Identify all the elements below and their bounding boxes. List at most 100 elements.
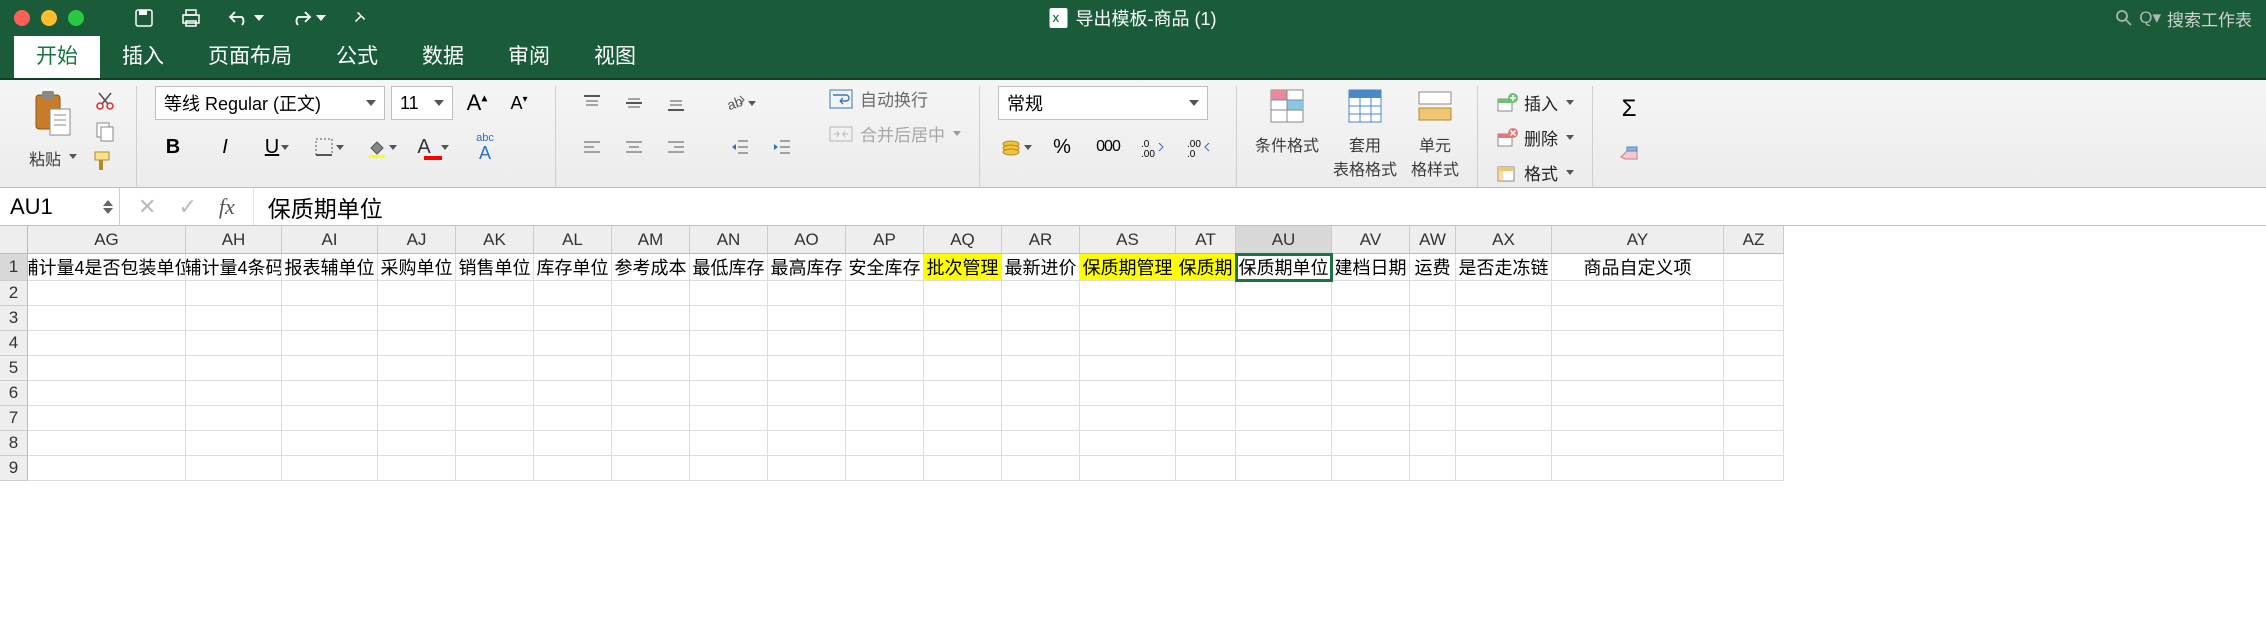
cell-AK7[interactable] [456,406,534,431]
cell-AV4[interactable] [1332,331,1410,356]
cell-AY4[interactable] [1552,331,1724,356]
cell-AK1[interactable]: 销售单位 [456,254,534,281]
cell-AZ4[interactable] [1724,331,1784,356]
align-center-icon[interactable] [616,130,652,164]
cell-AV8[interactable] [1332,431,1410,456]
cell-AY6[interactable] [1552,381,1724,406]
cell-AW3[interactable] [1410,306,1456,331]
cell-AW8[interactable] [1410,431,1456,456]
cell-AK6[interactable] [456,381,534,406]
row-header-7[interactable]: 7 [0,406,28,431]
font-color-button[interactable]: A [415,130,451,164]
comma-style-icon[interactable]: 000 [1090,130,1126,164]
cell-AJ3[interactable] [378,306,456,331]
close-window-icon[interactable] [14,10,30,26]
cell-AP5[interactable] [846,356,924,381]
col-header-AR[interactable]: AR [1002,226,1080,254]
cell-AT2[interactable] [1176,281,1236,306]
cell-AX4[interactable] [1456,331,1552,356]
cell-AG7[interactable] [28,406,186,431]
cell-AS5[interactable] [1080,356,1176,381]
cell-AZ5[interactable] [1724,356,1784,381]
copy-icon[interactable] [92,120,118,142]
cell-AL7[interactable] [534,406,612,431]
cell-AK4[interactable] [456,331,534,356]
cell-AL2[interactable] [534,281,612,306]
col-header-AK[interactable]: AK [456,226,534,254]
cell-AJ4[interactable] [378,331,456,356]
cell-AS2[interactable] [1080,281,1176,306]
col-header-AS[interactable]: AS [1080,226,1176,254]
cell-AO1[interactable]: 最高库存 [768,254,846,281]
cell-AS8[interactable] [1080,431,1176,456]
tab-审阅[interactable]: 审阅 [486,32,572,78]
cell-AV5[interactable] [1332,356,1410,381]
cell-AW4[interactable] [1410,331,1456,356]
namebox-spinner[interactable] [103,200,113,214]
cell-AH1[interactable]: 辅计量4条码 [186,254,282,281]
cell-AW1[interactable]: 运费 [1410,254,1456,281]
row-header-2[interactable]: 2 [0,281,28,306]
cell-AU3[interactable] [1236,306,1332,331]
cell-AQ2[interactable] [924,281,1002,306]
cell-AO2[interactable] [768,281,846,306]
increase-decimal-icon[interactable]: .0.00 [1136,130,1172,164]
col-header-AI[interactable]: AI [282,226,378,254]
cell-AI7[interactable] [282,406,378,431]
cell-AS9[interactable] [1080,456,1176,481]
cell-AL1[interactable]: 库存单位 [534,254,612,281]
cell-AN4[interactable] [690,331,768,356]
cell-AH8[interactable] [186,431,282,456]
cell-AR8[interactable] [1002,431,1080,456]
cell-AL3[interactable] [534,306,612,331]
cell-AP9[interactable] [846,456,924,481]
cell-AH2[interactable] [186,281,282,306]
cell-AO6[interactable] [768,381,846,406]
clear-button[interactable] [1611,136,1647,170]
increase-indent-icon[interactable] [764,130,800,164]
bold-button[interactable]: B [155,130,191,164]
cell-AR7[interactable] [1002,406,1080,431]
row-header-5[interactable]: 5 [0,356,28,381]
cell-AT6[interactable] [1176,381,1236,406]
cell-AY7[interactable] [1552,406,1724,431]
cell-AG2[interactable] [28,281,186,306]
col-header-AH[interactable]: AH [186,226,282,254]
cell-AS4[interactable] [1080,331,1176,356]
orientation-icon[interactable]: ab [722,86,758,120]
percent-icon[interactable]: % [1044,130,1080,164]
number-format-select[interactable]: 常规 [998,86,1208,120]
cell-AI2[interactable] [282,281,378,306]
print-icon[interactable] [180,8,202,28]
cell-AG5[interactable] [28,356,186,381]
cell-AJ8[interactable] [378,431,456,456]
cell-AJ5[interactable] [378,356,456,381]
cell-AJ9[interactable] [378,456,456,481]
cell-AQ5[interactable] [924,356,1002,381]
cell-AM4[interactable] [612,331,690,356]
cell-AP1[interactable]: 安全库存 [846,254,924,281]
cell-AP7[interactable] [846,406,924,431]
italic-button[interactable]: I [207,130,243,164]
cell-AW9[interactable] [1410,456,1456,481]
cell-AX3[interactable] [1456,306,1552,331]
paste-button[interactable] [28,86,78,140]
cell-AV1[interactable]: 建档日期 [1332,254,1410,281]
cell-AM5[interactable] [612,356,690,381]
customize-qat-icon[interactable] [352,11,366,25]
cell-AZ9[interactable] [1724,456,1784,481]
cell-AR1[interactable]: 最新进价 [1002,254,1080,281]
cell-AU4[interactable] [1236,331,1332,356]
cell-AP3[interactable] [846,306,924,331]
cell-AN7[interactable] [690,406,768,431]
cell-AK3[interactable] [456,306,534,331]
cell-AH5[interactable] [186,356,282,381]
cell-AT7[interactable] [1176,406,1236,431]
cell-AN5[interactable] [690,356,768,381]
cell-AH9[interactable] [186,456,282,481]
cell-AU2[interactable] [1236,281,1332,306]
cell-AH6[interactable] [186,381,282,406]
col-header-AL[interactable]: AL [534,226,612,254]
col-header-AX[interactable]: AX [1456,226,1552,254]
cell-AP2[interactable] [846,281,924,306]
